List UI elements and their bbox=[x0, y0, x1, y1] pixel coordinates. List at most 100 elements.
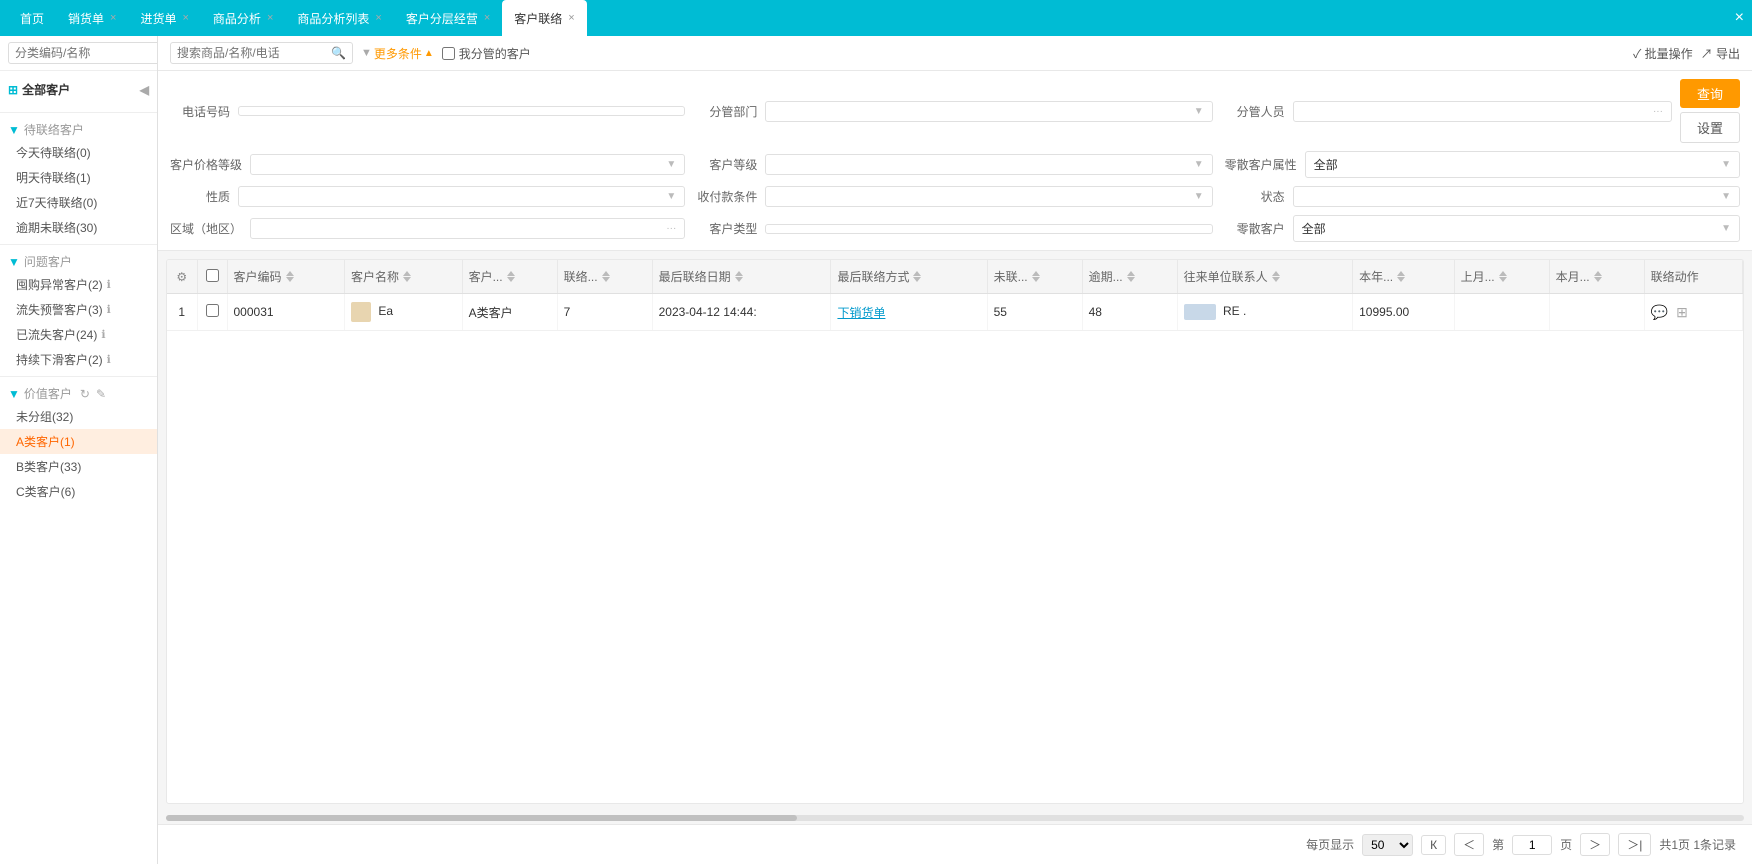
tab-purchase[interactable]: 进货单 × bbox=[128, 0, 200, 36]
sidebar-group-pending[interactable]: ▼ 待联络客户 bbox=[0, 117, 157, 140]
first-page-button[interactable]: К bbox=[1421, 835, 1446, 855]
tab-home[interactable]: 首页 bbox=[8, 0, 56, 36]
sidebar-item-overdue[interactable]: 逾期未联络(30) bbox=[0, 215, 157, 240]
th-name[interactable]: 客户名称 bbox=[345, 260, 463, 294]
per-page-select[interactable]: 50 100 200 bbox=[1362, 834, 1413, 856]
tab-customer-contact[interactable]: 客户联络 × bbox=[502, 0, 586, 36]
sidebar-group-problem[interactable]: ▼ 问题客户 bbox=[0, 249, 157, 272]
customer-level-input[interactable]: ▼ bbox=[765, 154, 1212, 175]
filter-more-conditions[interactable]: ▼ 更多条件 ▲ bbox=[361, 45, 434, 62]
phone-input[interactable] bbox=[238, 106, 685, 116]
th-contact-count[interactable]: 联络... bbox=[557, 260, 652, 294]
page-number-input[interactable] bbox=[1512, 835, 1552, 855]
close-sales-tab[interactable]: × bbox=[110, 12, 116, 24]
export-button[interactable]: ↗ 导出 bbox=[1701, 45, 1740, 62]
prev-page-button[interactable]: ＜ bbox=[1454, 833, 1484, 856]
th-overdue[interactable]: 逾期... bbox=[1082, 260, 1177, 294]
retail-attr-input[interactable]: 全部▼ bbox=[1305, 151, 1740, 178]
filter-row-customer-level: 客户等级 ▼ bbox=[697, 151, 1212, 178]
tab-sales[interactable]: 销货单 × bbox=[56, 0, 128, 36]
row-checkbox[interactable] bbox=[206, 304, 219, 317]
sidebar-search-input[interactable] bbox=[8, 42, 158, 64]
sort-no-contact-days[interactable]: 未联... bbox=[994, 268, 1076, 285]
sidebar-item-class-c[interactable]: C类客户(6) bbox=[0, 479, 157, 504]
person-input[interactable]: ··· bbox=[1293, 101, 1672, 122]
sidebar-divider-2 bbox=[0, 244, 157, 245]
batch-operation-button[interactable]: ✓ 批量操作 bbox=[1633, 45, 1693, 62]
sidebar-item-class-a[interactable]: A类客户(1) bbox=[0, 429, 157, 454]
sidebar-item-churn-warning[interactable]: 流失预警客户(3) ℹ bbox=[0, 297, 157, 322]
sidebar-group-value[interactable]: ▼ 价值客户 ↻ ✎ bbox=[0, 381, 157, 404]
sort-overdue[interactable]: 逾期... bbox=[1089, 268, 1171, 285]
dept-input[interactable]: ▼ bbox=[765, 101, 1212, 122]
scrollbar-thumb[interactable] bbox=[166, 815, 797, 821]
close-purchase-tab[interactable]: × bbox=[182, 12, 188, 24]
sidebar-item-hoarding-anomaly[interactable]: 囤购异常客户(2) ℹ bbox=[0, 272, 157, 297]
close-product-analysis-list-tab[interactable]: × bbox=[375, 12, 381, 24]
sidebar-item-unclassified[interactable]: 未分组(32) bbox=[0, 404, 157, 429]
settings-button[interactable]: 设置 bbox=[1680, 112, 1740, 143]
close-customer-contact-tab[interactable]: × bbox=[568, 12, 574, 24]
tab-product-analysis-list[interactable]: 商品分析列表 × bbox=[285, 0, 393, 36]
th-this-year[interactable]: 本年... bbox=[1353, 260, 1455, 294]
th-last-contact-date[interactable]: 最后联络日期 bbox=[652, 260, 831, 294]
row-level: A类客户 bbox=[462, 294, 557, 331]
sidebar-item-tomorrow[interactable]: 明天待联络(1) bbox=[0, 165, 157, 190]
close-product-analysis-tab[interactable]: × bbox=[267, 12, 273, 24]
sidebar-item-7days[interactable]: 近7天待联络(0) bbox=[0, 190, 157, 215]
th-contact-person[interactable]: 往来单位联系人 bbox=[1177, 260, 1353, 294]
app-close-button[interactable]: × bbox=[1735, 9, 1744, 27]
sort-contact-person[interactable]: 往来单位联系人 bbox=[1184, 268, 1347, 285]
last-contact-method-link[interactable]: 下销货单 bbox=[837, 306, 885, 320]
status-input[interactable]: ▼ bbox=[1293, 186, 1740, 207]
horizontal-scrollbar[interactable] bbox=[158, 812, 1752, 824]
chat-action-icon[interactable]: 💬 bbox=[1651, 304, 1668, 321]
th-last-month[interactable]: 上月... bbox=[1454, 260, 1549, 294]
region-input[interactable]: ··· bbox=[250, 218, 685, 239]
nature-input[interactable]: ▼ bbox=[238, 186, 685, 207]
sort-level[interactable]: 客户... bbox=[469, 268, 551, 285]
last-page-button[interactable]: ＞| bbox=[1618, 833, 1651, 856]
sort-name[interactable]: 客户名称 bbox=[351, 268, 456, 285]
table-settings-icon[interactable]: ⚙ bbox=[176, 270, 187, 284]
query-button[interactable]: 查询 bbox=[1680, 79, 1740, 108]
filter-row-customer-type: 客户类型 bbox=[697, 215, 1212, 242]
sort-arrows-level bbox=[507, 271, 515, 282]
sort-last-contact-method[interactable]: 最后联络方式 bbox=[837, 268, 980, 285]
tab-product-analysis[interactable]: 商品分析 × bbox=[201, 0, 285, 36]
filter-row-dept: 分管部门 ▼ bbox=[697, 79, 1212, 143]
mine-checkbox-input[interactable] bbox=[442, 47, 455, 60]
sort-last-contact-date[interactable]: 最后联络日期 bbox=[659, 268, 825, 285]
sort-this-month[interactable]: 本月... bbox=[1556, 268, 1638, 285]
grid-action-icon[interactable]: ⊞ bbox=[1676, 304, 1688, 321]
th-level[interactable]: 客户... bbox=[462, 260, 557, 294]
th-code[interactable]: 客户编码 bbox=[227, 260, 345, 294]
sidebar-item-churned[interactable]: 已流失客户(24) ℹ bbox=[0, 322, 157, 347]
sort-last-month[interactable]: 上月... bbox=[1461, 268, 1543, 285]
select-all-checkbox[interactable] bbox=[206, 269, 219, 282]
retail-customer-input[interactable]: 全部▼ bbox=[1293, 215, 1740, 242]
table-body: 1 000031 Ea A类客户 bbox=[167, 294, 1743, 331]
sort-this-year[interactable]: 本年... bbox=[1359, 268, 1448, 285]
next-page-button[interactable]: ＞ bbox=[1580, 833, 1610, 856]
customer-type-input[interactable] bbox=[765, 224, 1212, 234]
sort-contact-count[interactable]: 联络... bbox=[564, 268, 646, 285]
th-this-month[interactable]: 本月... bbox=[1549, 260, 1644, 294]
th-last-contact-method[interactable]: 最后联络方式 bbox=[831, 260, 987, 294]
sort-code[interactable]: 客户编码 bbox=[234, 268, 339, 285]
filter-search-input[interactable] bbox=[177, 46, 327, 60]
filter-search-icon[interactable]: 🔍 bbox=[331, 46, 346, 60]
sidebar-item-declining[interactable]: 持续下滑客户(2) ℹ bbox=[0, 347, 157, 372]
sidebar-item-class-b[interactable]: B类客户(33) bbox=[0, 454, 157, 479]
sidebar-item-today[interactable]: 今天待联络(0) bbox=[0, 140, 157, 165]
edit-groups-icon[interactable]: ✎ bbox=[96, 387, 106, 401]
payment-input[interactable]: ▼ bbox=[765, 186, 1212, 207]
close-customer-stratify-tab[interactable]: × bbox=[484, 12, 490, 24]
tab-customer-stratify[interactable]: 客户分层经营 × bbox=[394, 0, 502, 36]
filter-mine-checkbox[interactable]: 我分管的客户 bbox=[442, 45, 531, 62]
top-nav: 首页 销货单 × 进货单 × 商品分析 × 商品分析列表 × 客户分层经营 × … bbox=[0, 0, 1752, 36]
price-level-input[interactable]: ▼ bbox=[250, 154, 685, 175]
th-no-contact-days[interactable]: 未联... bbox=[987, 260, 1082, 294]
all-customers-header[interactable]: ⊞ 全部客户 ◀ bbox=[0, 77, 157, 102]
refresh-icon[interactable]: ↻ bbox=[80, 387, 90, 401]
